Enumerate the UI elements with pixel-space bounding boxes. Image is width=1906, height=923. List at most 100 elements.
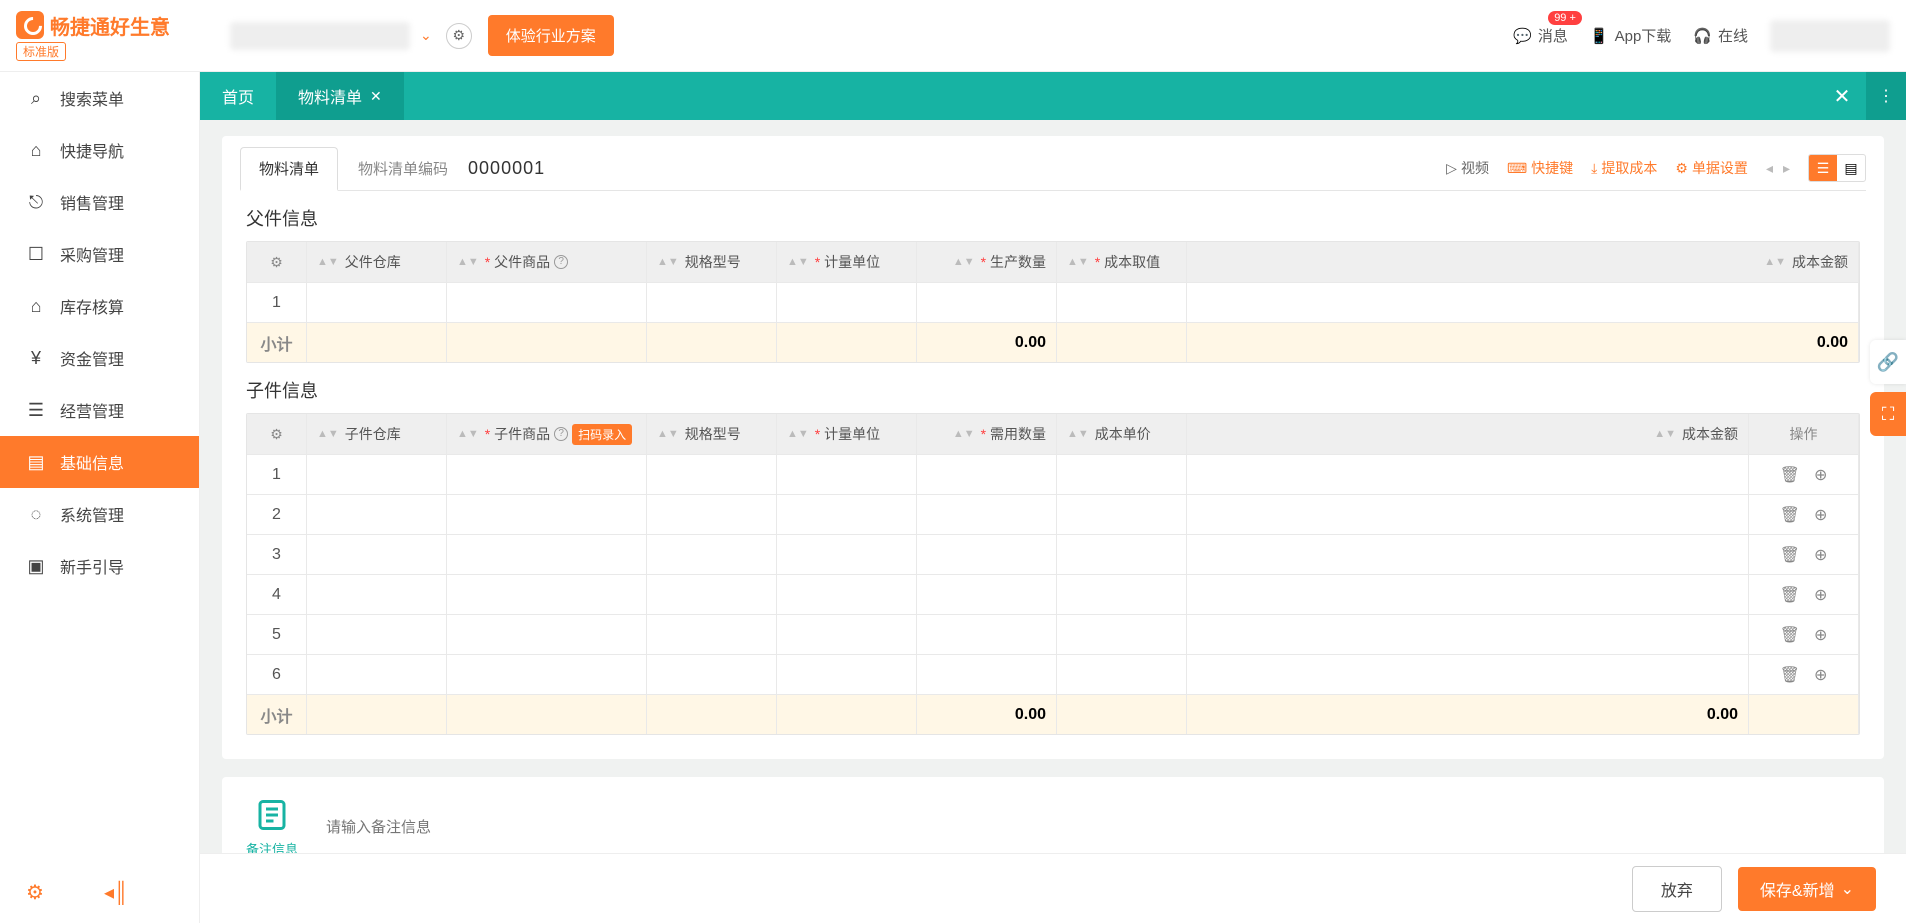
sidebar-item[interactable]: ▣新手引导	[0, 540, 199, 592]
scan-input-tag[interactable]: 扫码录入	[572, 424, 632, 445]
add-row-icon[interactable]: ⊕	[1814, 585, 1827, 605]
info-icon[interactable]: ?	[554, 255, 568, 269]
card-view-icon[interactable]: ▤	[1837, 155, 1865, 181]
cell[interactable]	[447, 574, 647, 614]
sort-icon[interactable]: ▲▼	[787, 431, 809, 437]
cell[interactable]	[1057, 654, 1187, 694]
cell[interactable]	[1187, 494, 1749, 534]
cell[interactable]	[777, 574, 917, 614]
cell[interactable]	[1057, 574, 1187, 614]
sort-icon[interactable]: ▲▼	[1067, 259, 1089, 265]
cell[interactable]	[647, 574, 777, 614]
cell[interactable]	[777, 654, 917, 694]
cell[interactable]	[647, 654, 777, 694]
next-icon[interactable]: ▸	[1783, 160, 1790, 177]
cell[interactable]	[647, 614, 777, 654]
cell[interactable]	[917, 654, 1057, 694]
cell[interactable]	[307, 494, 447, 534]
experience-button[interactable]: 体验行业方案	[488, 15, 614, 56]
sort-icon[interactable]: ▲▼	[787, 259, 809, 265]
cell[interactable]	[447, 654, 647, 694]
cell[interactable]	[917, 494, 1057, 534]
table-row[interactable]: 3🗑⊕	[247, 534, 1859, 574]
sidebar-item[interactable]: ◌系统管理	[0, 488, 199, 540]
delete-icon[interactable]: 🗑	[1780, 465, 1800, 485]
sidebar-item[interactable]: ⎋销售管理	[0, 176, 199, 228]
cell[interactable]	[917, 534, 1057, 574]
cell[interactable]	[1057, 494, 1187, 534]
sort-icon[interactable]: ▲▼	[317, 431, 339, 437]
close-tab-icon[interactable]: ✕	[1818, 72, 1866, 120]
sort-icon[interactable]: ▲▼	[1067, 431, 1089, 437]
sidebar-item[interactable]: ▤基础信息	[0, 436, 199, 488]
sidebar-item[interactable]: ¥资金管理	[0, 332, 199, 384]
cell[interactable]	[447, 454, 647, 494]
sidebar-item[interactable]: ☰经营管理	[0, 384, 199, 436]
cell[interactable]	[777, 282, 917, 322]
list-view-icon[interactable]: ☰	[1809, 155, 1837, 181]
gear-column-icon[interactable]: ⚙	[247, 414, 307, 454]
delete-icon[interactable]: 🗑	[1780, 545, 1800, 565]
sort-icon[interactable]: ▲▼	[1764, 259, 1786, 265]
cell[interactable]	[647, 534, 777, 574]
sort-icon[interactable]: ▲▼	[953, 431, 975, 437]
add-row-icon[interactable]: ⊕	[1814, 665, 1827, 685]
sidebar-item[interactable]: ⌂库存核算	[0, 280, 199, 332]
cell[interactable]	[917, 614, 1057, 654]
support-link[interactable]: 🎧 在线	[1693, 25, 1748, 46]
cell[interactable]	[917, 454, 1057, 494]
cell[interactable]	[1057, 454, 1187, 494]
table-row[interactable]: 2🗑⊕	[247, 494, 1859, 534]
sidebar-item[interactable]: ⌕搜索菜单	[0, 72, 199, 124]
cell[interactable]	[647, 494, 777, 534]
sort-icon[interactable]: ▲▼	[317, 259, 339, 265]
card-tab[interactable]: 物料清单	[240, 147, 338, 191]
fullscreen-icon[interactable]: ⛶	[1870, 392, 1906, 436]
cell[interactable]	[1187, 282, 1859, 322]
cell[interactable]	[307, 574, 447, 614]
collapse-icon[interactable]: ◂║	[104, 880, 128, 905]
cell[interactable]	[307, 534, 447, 574]
delete-icon[interactable]: 🗑	[1780, 625, 1800, 645]
cell[interactable]	[777, 614, 917, 654]
cell[interactable]	[1187, 574, 1749, 614]
doc-settings-link[interactable]: ⚙单据设置	[1675, 158, 1748, 178]
org-selector[interactable]: ⌄	[230, 22, 432, 50]
delete-icon[interactable]: 🗑	[1780, 665, 1800, 685]
table-row[interactable]: 5🗑⊕	[247, 614, 1859, 654]
info-icon[interactable]: ?	[554, 427, 568, 441]
sort-icon[interactable]: ▲▼	[657, 431, 679, 437]
discard-button[interactable]: 放弃	[1632, 866, 1722, 912]
settings-gear-icon[interactable]: ⚙	[26, 880, 44, 905]
remarks-input[interactable]	[322, 797, 1860, 858]
tab[interactable]: 首页	[200, 72, 276, 120]
sort-icon[interactable]: ▲▼	[657, 259, 679, 265]
delete-icon[interactable]: 🗑	[1780, 505, 1800, 525]
tab-more-icon[interactable]: ⋮	[1866, 72, 1906, 120]
cell[interactable]	[307, 654, 447, 694]
delete-icon[interactable]: 🗑	[1780, 585, 1800, 605]
cell[interactable]	[647, 454, 777, 494]
messages-link[interactable]: 💬 消息	[1513, 25, 1568, 46]
shortcut-link[interactable]: ⌨快捷键	[1507, 158, 1573, 178]
cell[interactable]	[647, 282, 777, 322]
table-row[interactable]: 6🗑⊕	[247, 654, 1859, 694]
cell[interactable]	[307, 282, 447, 322]
cell[interactable]	[777, 494, 917, 534]
add-row-icon[interactable]: ⊕	[1814, 545, 1827, 565]
cell[interactable]	[1187, 614, 1749, 654]
prev-icon[interactable]: ◂	[1766, 160, 1773, 177]
extract-cost-link[interactable]: ⤓提取成本	[1591, 158, 1657, 178]
cell[interactable]	[307, 614, 447, 654]
add-row-icon[interactable]: ⊕	[1814, 505, 1827, 525]
attachment-icon[interactable]: 🔗	[1870, 340, 1906, 384]
cell[interactable]	[447, 282, 647, 322]
close-icon[interactable]: ✕	[370, 88, 382, 105]
cell[interactable]	[447, 614, 647, 654]
table-row[interactable]: 1	[247, 282, 1859, 322]
sort-icon[interactable]: ▲▼	[953, 259, 975, 265]
add-row-icon[interactable]: ⊕	[1814, 465, 1827, 485]
gear-column-icon[interactable]: ⚙	[247, 242, 307, 282]
cell[interactable]	[1187, 454, 1749, 494]
cell[interactable]	[777, 534, 917, 574]
